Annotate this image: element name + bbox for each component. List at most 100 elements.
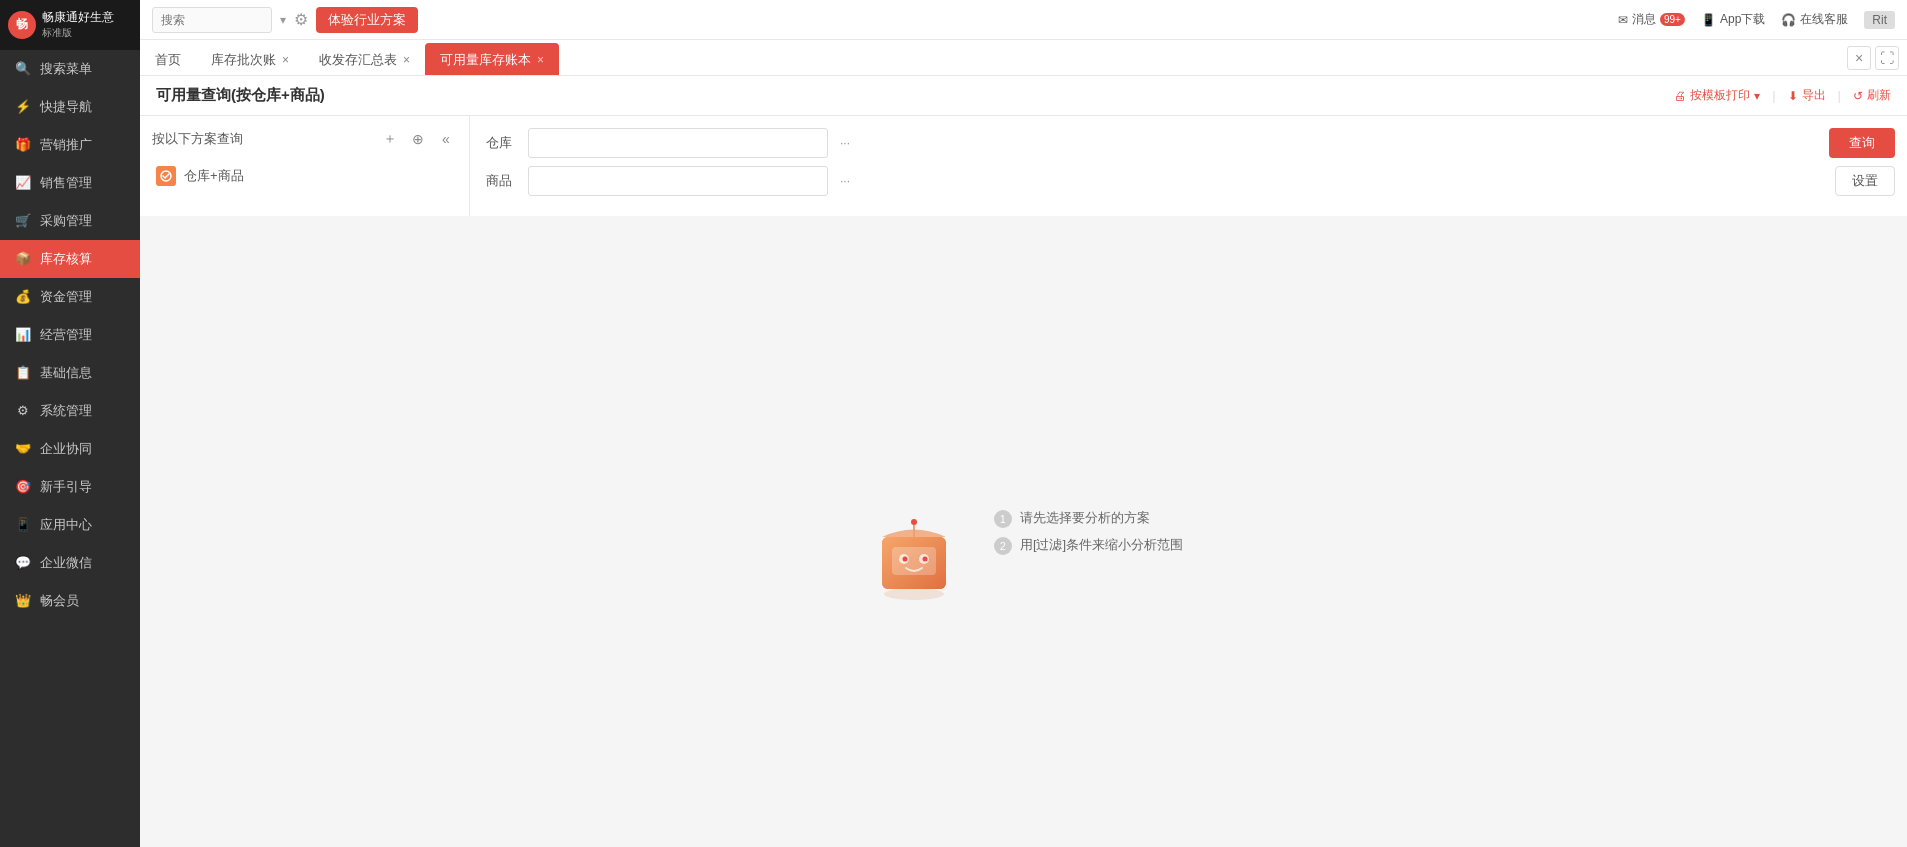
svg-point-10 bbox=[911, 519, 917, 525]
dropdown-arrow-icon[interactable]: ▾ bbox=[280, 13, 286, 27]
inventory-icon: 📦 bbox=[14, 250, 32, 268]
warehouse-filter-row: 仓库 ··· bbox=[486, 128, 1801, 158]
action-buttons: 查询 设置 bbox=[1817, 116, 1907, 216]
customer-service-button[interactable]: 🎧 在线客服 bbox=[1781, 11, 1848, 28]
search-icon: 🔍 bbox=[14, 60, 32, 78]
trial-button[interactable]: 体验行业方案 bbox=[316, 7, 418, 33]
search-input[interactable] bbox=[152, 7, 272, 33]
purchase-icon: 🛒 bbox=[14, 212, 32, 230]
settings-icon[interactable]: ⚙ bbox=[294, 10, 308, 29]
sidebar-item-system[interactable]: ⚙ 系统管理 bbox=[0, 392, 140, 430]
sidebar-item-wechat[interactable]: 💬 企业微信 bbox=[0, 544, 140, 582]
sidebar-item-sales[interactable]: 📈 销售管理 bbox=[0, 164, 140, 202]
empty-robot-icon bbox=[864, 502, 964, 602]
app-download-button[interactable]: 📱 App下载 bbox=[1701, 11, 1765, 28]
sidebar: 畅 畅康通好生意 标准版 🔍 搜索菜单 ⚡ 快捷导航 🎁 营销推广 📈 销售管理… bbox=[0, 0, 140, 847]
scheme-item-warehouse-goods[interactable]: 仓库+商品 bbox=[140, 158, 469, 194]
print-dropdown-icon: ▾ bbox=[1754, 89, 1760, 103]
app-badge: 标准版 bbox=[42, 26, 114, 40]
sidebar-item-marketing[interactable]: 🎁 营销推广 bbox=[0, 126, 140, 164]
add-scheme-button[interactable]: ＋ bbox=[379, 128, 401, 150]
app-name: 畅康通好生意 bbox=[42, 10, 114, 26]
refresh-button[interactable]: ↺ 刷新 bbox=[1853, 87, 1891, 104]
system-icon: ⚙ bbox=[14, 402, 32, 420]
export-icon: ⬇ bbox=[1788, 89, 1798, 103]
page-title: 可用量查询(按仓库+商品) bbox=[156, 86, 325, 105]
empty-illustration bbox=[864, 482, 964, 582]
filter-area: 仓库 ··· 商品 ··· 查询 设置 bbox=[470, 116, 1907, 216]
settings-button[interactable]: 设置 bbox=[1835, 166, 1895, 196]
empty-hint-1: 1 请先选择要分析的方案 bbox=[994, 509, 1183, 528]
printer-icon: 🖨 bbox=[1674, 89, 1686, 103]
panel-header-actions: ＋ ⊕ « bbox=[379, 128, 457, 150]
export-button[interactable]: ⬇ 导出 bbox=[1788, 87, 1826, 104]
goods-more-button[interactable]: ··· bbox=[840, 174, 850, 188]
tab-batch-close[interactable]: × bbox=[282, 53, 289, 67]
warehouse-input[interactable] bbox=[528, 128, 828, 158]
empty-hints: 1 请先选择要分析的方案 2 用[过滤]条件来缩小分析范围 bbox=[994, 509, 1183, 555]
main-content: ▾ ⚙ 体验行业方案 ✉ 消息 99+ 📱 App下载 🎧 在线客服 Rit 首… bbox=[140, 0, 1907, 847]
goods-filter-row: 商品 ··· bbox=[486, 166, 1801, 196]
appstore-icon: 📱 bbox=[14, 516, 32, 534]
operation-icon: 📊 bbox=[14, 326, 32, 344]
hint-number-1: 1 bbox=[994, 510, 1012, 528]
sidebar-item-finance[interactable]: 💰 资金管理 bbox=[0, 278, 140, 316]
basic-icon: 📋 bbox=[14, 364, 32, 382]
wechat-icon: 💬 bbox=[14, 554, 32, 572]
top-bar-right: ✉ 消息 99+ 📱 App下载 🎧 在线客服 Rit bbox=[1618, 11, 1895, 29]
sidebar-item-purchase[interactable]: 🛒 采购管理 bbox=[0, 202, 140, 240]
tab-close-button[interactable]: × bbox=[1847, 46, 1871, 70]
warehouse-more-button[interactable]: ··· bbox=[840, 136, 850, 150]
tab-summary[interactable]: 收发存汇总表 × bbox=[304, 43, 425, 75]
query-area: 按以下方案查询 ＋ ⊕ « 仓库+商品 bbox=[140, 116, 1907, 216]
top-bar: ▾ ⚙ 体验行业方案 ✉ 消息 99+ 📱 App下载 🎧 在线客服 Rit bbox=[140, 0, 1907, 40]
member-icon: 👑 bbox=[14, 592, 32, 610]
query-button[interactable]: 查询 bbox=[1829, 128, 1895, 158]
user-avatar[interactable]: Rit bbox=[1864, 11, 1895, 29]
goods-input[interactable] bbox=[528, 166, 828, 196]
collapse-panel-button[interactable]: « bbox=[435, 128, 457, 150]
sidebar-item-guide[interactable]: 🎯 新手引导 bbox=[0, 468, 140, 506]
sidebar-item-appstore[interactable]: 📱 应用中心 bbox=[0, 506, 140, 544]
sidebar-item-inventory[interactable]: 📦 库存核算 bbox=[0, 240, 140, 278]
tab-home[interactable]: 首页 bbox=[140, 43, 196, 75]
app-logo: 畅 bbox=[8, 11, 36, 39]
scheme-icon bbox=[156, 166, 176, 186]
sidebar-item-operation[interactable]: 📊 经营管理 bbox=[0, 316, 140, 354]
empty-hint-2: 2 用[过滤]条件来缩小分析范围 bbox=[994, 536, 1183, 555]
sidebar-nav: 🔍 搜索菜单 ⚡ 快捷导航 🎁 营销推广 📈 销售管理 🛒 采购管理 📦 库存核… bbox=[0, 50, 140, 847]
svg-point-7 bbox=[902, 556, 907, 561]
message-badge: 99+ bbox=[1660, 13, 1685, 26]
tab-summary-close[interactable]: × bbox=[403, 53, 410, 67]
marketing-icon: 🎁 bbox=[14, 136, 32, 154]
cooperation-icon: 🤝 bbox=[14, 440, 32, 458]
message-icon: ✉ bbox=[1618, 13, 1628, 27]
sidebar-item-basic[interactable]: 📋 基础信息 bbox=[0, 354, 140, 392]
goods-label: 商品 bbox=[486, 172, 516, 190]
guide-icon: 🎯 bbox=[14, 478, 32, 496]
finance-icon: 💰 bbox=[14, 288, 32, 306]
panel-header: 按以下方案查询 ＋ ⊕ « bbox=[140, 128, 469, 158]
scheme-label: 仓库+商品 bbox=[184, 167, 244, 185]
page-title-bar: 可用量查询(按仓库+商品) 🖨 按模板打印 ▾ | ⬇ 导出 | ↺ 刷新 bbox=[140, 76, 1907, 116]
manage-scheme-button[interactable]: ⊕ bbox=[407, 128, 429, 150]
empty-state: 1 请先选择要分析的方案 2 用[过滤]条件来缩小分析范围 bbox=[140, 216, 1907, 847]
panel-title: 按以下方案查询 bbox=[152, 130, 243, 148]
tab-available[interactable]: 可用量库存账本 × bbox=[425, 43, 559, 75]
tab-available-close[interactable]: × bbox=[537, 53, 544, 67]
tabs-bar: 首页 库存批次账 × 收发存汇总表 × 可用量库存账本 × × ⛶ bbox=[140, 40, 1907, 76]
hint-number-2: 2 bbox=[994, 537, 1012, 555]
tab-batch[interactable]: 库存批次账 × bbox=[196, 43, 304, 75]
warehouse-label: 仓库 bbox=[486, 134, 516, 152]
sidebar-item-search[interactable]: 🔍 搜索菜单 bbox=[0, 50, 140, 88]
filter-panel: 仓库 ··· 商品 ··· bbox=[470, 116, 1817, 216]
sidebar-header: 畅 畅康通好生意 标准版 bbox=[0, 0, 140, 50]
sidebar-item-member[interactable]: 👑 畅会员 bbox=[0, 582, 140, 620]
messages-button[interactable]: ✉ 消息 99+ bbox=[1618, 11, 1685, 28]
sidebar-item-cooperation[interactable]: 🤝 企业协同 bbox=[0, 430, 140, 468]
tab-expand-button[interactable]: ⛶ bbox=[1875, 46, 1899, 70]
sidebar-item-shortcut[interactable]: ⚡ 快捷导航 bbox=[0, 88, 140, 126]
refresh-icon: ↺ bbox=[1853, 89, 1863, 103]
print-button[interactable]: 🖨 按模板打印 ▾ bbox=[1674, 87, 1760, 104]
app-download-icon: 📱 bbox=[1701, 13, 1716, 27]
